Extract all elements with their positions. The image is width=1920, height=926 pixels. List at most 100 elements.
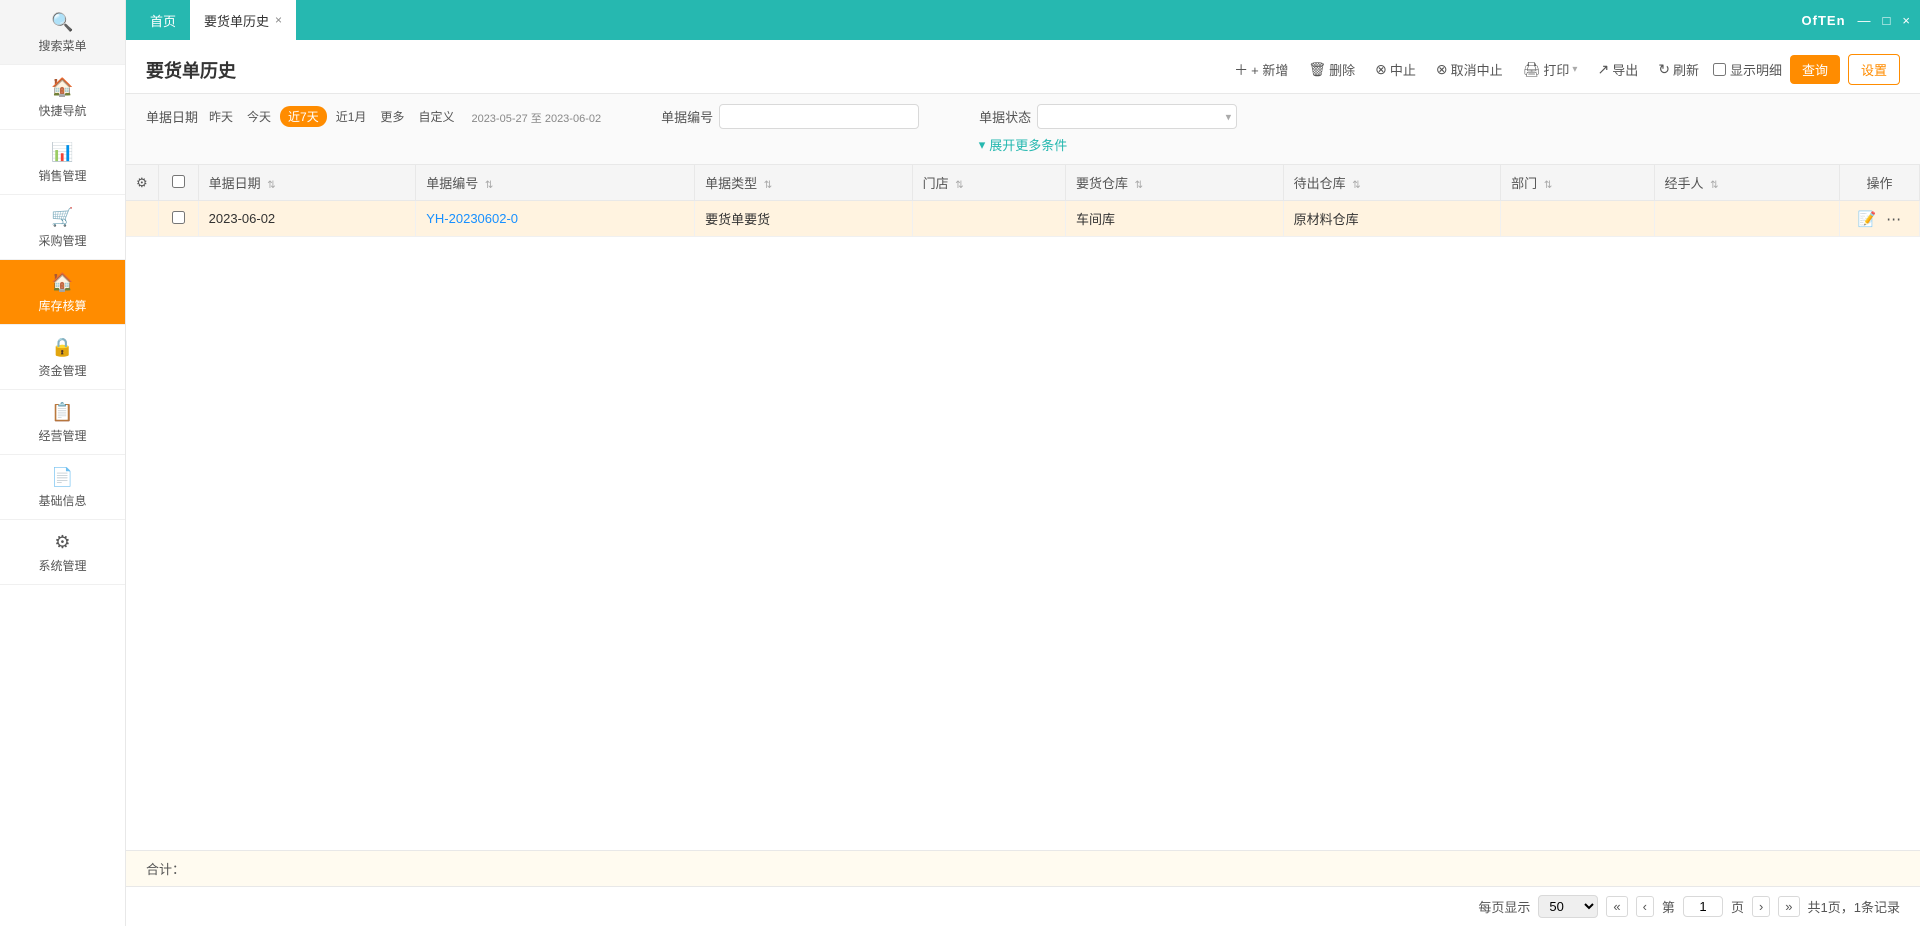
- page-title: 要货单历史: [146, 57, 1228, 83]
- show-detail-label: 显示明细: [1730, 60, 1782, 79]
- doc-number-filter-group: 单据编号: [661, 104, 919, 129]
- date-btn-more[interactable]: 更多: [375, 106, 409, 127]
- doc-status-select[interactable]: [1037, 104, 1237, 129]
- date-btn-today[interactable]: 今天: [242, 106, 276, 127]
- sort-req-warehouse-icon[interactable]: ⇅: [1135, 180, 1143, 191]
- row-number: YH-20230602-0: [416, 201, 695, 237]
- sidebar-item-inventory[interactable]: 🏠 库存核算: [0, 260, 125, 325]
- sidebar-item-label: 库存核算: [38, 297, 86, 314]
- col-req-warehouse: 要货仓库 ⇅: [1065, 165, 1283, 201]
- sort-store-icon[interactable]: ⇅: [955, 180, 963, 191]
- row-pending-warehouse: 原材料仓库: [1283, 201, 1501, 237]
- delete-label: 删除: [1329, 60, 1355, 79]
- cancel-stop-button[interactable]: ⊗ 取消中止: [1430, 56, 1509, 83]
- sort-number-icon[interactable]: ⇅: [485, 180, 493, 191]
- inventory-icon: 🏠: [51, 272, 73, 293]
- row-edit-button[interactable]: 📝: [1855, 211, 1880, 228]
- sort-date-icon[interactable]: ⇅: [267, 180, 275, 191]
- print-dropdown-icon[interactable]: ▾: [1572, 64, 1577, 75]
- export-button[interactable]: ↗ 导出: [1591, 56, 1644, 83]
- sidebar-item-quick-nav[interactable]: 🏠 快捷导航: [0, 65, 125, 130]
- row-dept: [1501, 201, 1654, 237]
- tab-home[interactable]: 首页: [136, 0, 190, 40]
- table-footer: 合计：: [126, 850, 1920, 886]
- data-table: ⚙ 单据日期 ⇅ 单据编号 ⇅ 单据类型: [126, 165, 1920, 237]
- active-tab-label: 要货单历史: [204, 11, 269, 30]
- topbar: 首页 要货单历史 × OfTEn — □ ×: [126, 0, 1920, 40]
- doc-number-input[interactable]: [719, 104, 919, 129]
- row-checkbox-cell[interactable]: [158, 201, 198, 237]
- col-settings[interactable]: ⚙: [126, 165, 158, 201]
- minimize-button[interactable]: —: [1858, 13, 1871, 28]
- row-more-button[interactable]: ⋯: [1883, 211, 1904, 228]
- sidebar-item-purchase[interactable]: 🛒 采购管理: [0, 195, 125, 260]
- sidebar-item-basic-info[interactable]: 📄 基础信息: [0, 455, 125, 520]
- col-type: 单据类型 ⇅: [695, 165, 913, 201]
- quick-nav-icon: 🏠: [51, 77, 73, 98]
- sort-dept-icon[interactable]: ⇅: [1544, 180, 1552, 191]
- row-type: 要货单要货: [695, 201, 913, 237]
- search-menu-icon: 🔍: [51, 12, 73, 33]
- content-area: 要货单历史 ＋ + 新增 🗑 删除 ⊗ 中止 ⊗ 取消中止: [126, 40, 1920, 926]
- date-btn-custom[interactable]: 自定义: [413, 106, 459, 127]
- select-all-checkbox[interactable]: [172, 175, 185, 188]
- sort-pending-warehouse-icon[interactable]: ⇅: [1352, 180, 1360, 191]
- sidebar-item-sales[interactable]: 📊 销售管理: [0, 130, 125, 195]
- settings-label: 设置: [1861, 60, 1887, 79]
- sidebar-item-label: 采购管理: [38, 232, 86, 249]
- expand-label: 展开更多条件: [989, 135, 1067, 154]
- table-row: 2023-06-02 YH-20230602-0 要货单要货 车间库 原材料仓库…: [126, 201, 1920, 237]
- sidebar-item-label: 搜索菜单: [38, 37, 86, 54]
- col-date: 单据日期 ⇅: [198, 165, 416, 201]
- row-req-warehouse: 车间库: [1065, 201, 1283, 237]
- print-button[interactable]: 🖨 打印 ▾: [1517, 56, 1584, 83]
- row-checkbox[interactable]: [172, 211, 185, 224]
- sidebar-item-finance[interactable]: 🔒 资金管理: [0, 325, 125, 390]
- page-number-input[interactable]: [1683, 896, 1723, 917]
- doc-number-link[interactable]: YH-20230602-0: [426, 211, 518, 226]
- col-ops: 操作: [1840, 165, 1920, 201]
- last-page-button[interactable]: »: [1778, 896, 1799, 917]
- doc-status-select-wrapper: [1037, 104, 1237, 129]
- refresh-button[interactable]: ↻ 刷新: [1652, 56, 1705, 83]
- sort-handler-icon[interactable]: ⇅: [1710, 180, 1718, 191]
- col-pending-warehouse: 待出仓库 ⇅: [1283, 165, 1501, 201]
- close-tab-button[interactable]: ×: [275, 13, 282, 27]
- doc-status-label: 单据状态: [979, 107, 1031, 126]
- sidebar-item-operation[interactable]: 📋 经营管理: [0, 390, 125, 455]
- per-page-select[interactable]: 20 50 100: [1538, 895, 1598, 918]
- col-dept: 部门 ⇅: [1501, 165, 1654, 201]
- sidebar-item-label: 基础信息: [38, 492, 86, 509]
- prev-page-button[interactable]: ‹: [1636, 896, 1654, 917]
- filter-bar: 单据日期 昨天 今天 近7天 近1月 更多 自定义 2023-05-27 至 2…: [126, 94, 1920, 165]
- table-header-row: ⚙ 单据日期 ⇅ 单据编号 ⇅ 单据类型: [126, 165, 1920, 201]
- show-detail-toggle[interactable]: 显示明细: [1713, 60, 1782, 79]
- stop-button[interactable]: ⊗ 中止: [1369, 56, 1422, 83]
- close-window-button[interactable]: ×: [1902, 13, 1910, 28]
- col-store: 门店 ⇅: [912, 165, 1065, 201]
- delete-button[interactable]: 🗑 删除: [1302, 56, 1361, 83]
- next-page-button[interactable]: ›: [1752, 896, 1770, 917]
- date-filter-label: 单据日期: [146, 107, 198, 126]
- page-suffix: 页: [1731, 897, 1744, 916]
- new-icon: ＋: [1234, 60, 1248, 80]
- date-btn-1month[interactable]: 近1月: [331, 106, 372, 127]
- tab-active[interactable]: 要货单历史 ×: [190, 0, 296, 40]
- date-btn-7days[interactable]: 近7天: [280, 106, 327, 127]
- settings-button[interactable]: 设置: [1848, 54, 1900, 85]
- sidebar-item-search-menu[interactable]: 🔍 搜索菜单: [0, 0, 125, 65]
- col-checkbox[interactable]: [158, 165, 198, 201]
- sidebar-item-system[interactable]: ⚙ 系统管理: [0, 520, 125, 585]
- table-wrapper: ⚙ 单据日期 ⇅ 单据编号 ⇅ 单据类型: [126, 165, 1920, 850]
- new-button[interactable]: ＋ + 新增: [1228, 56, 1294, 84]
- date-btn-yesterday[interactable]: 昨天: [204, 106, 238, 127]
- show-detail-checkbox[interactable]: [1713, 63, 1726, 76]
- summary-label: 合计：: [146, 859, 185, 878]
- expand-more-button[interactable]: ▾ 展开更多条件: [146, 135, 1900, 154]
- first-page-button[interactable]: «: [1606, 896, 1627, 917]
- sort-type-icon[interactable]: ⇅: [764, 180, 772, 191]
- maximize-button[interactable]: □: [1883, 13, 1891, 28]
- row-ops: 📝 ⋯: [1840, 201, 1920, 237]
- query-button[interactable]: 查询: [1790, 55, 1840, 84]
- cancel-stop-label: 取消中止: [1451, 60, 1503, 79]
